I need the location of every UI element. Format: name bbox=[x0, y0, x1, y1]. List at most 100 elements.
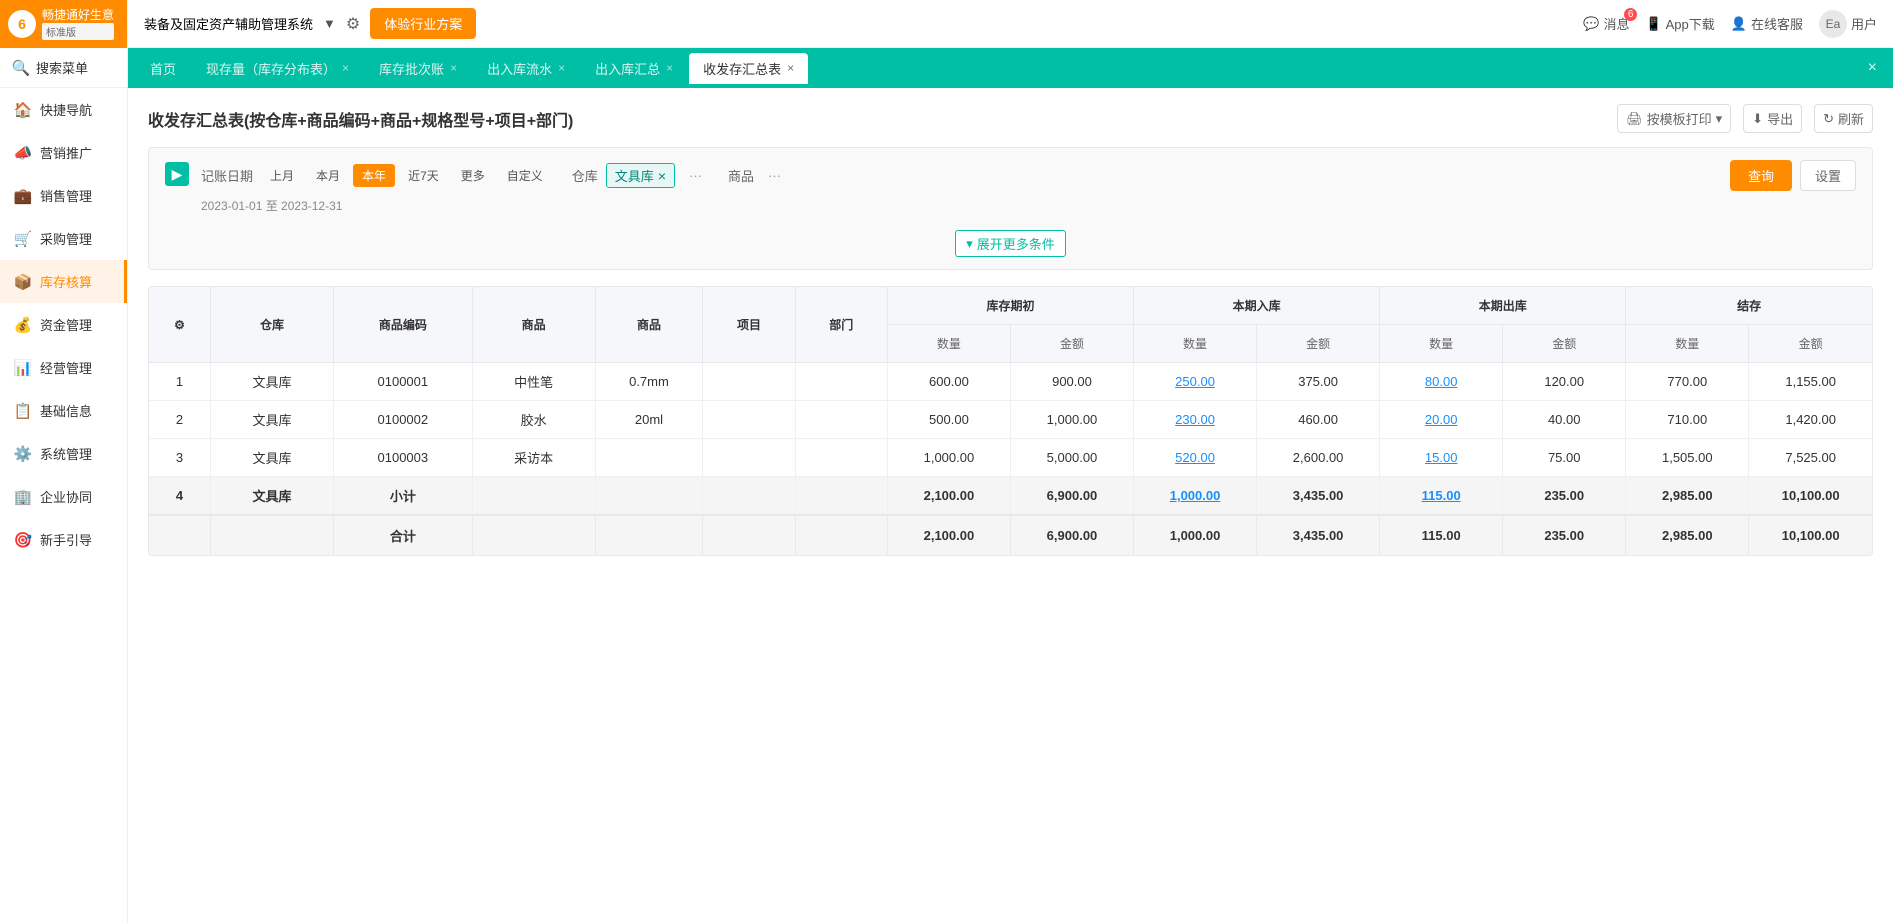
footer-out-qty: 115.00 bbox=[1380, 515, 1503, 555]
row3-in-qty[interactable]: 520.00 bbox=[1134, 439, 1257, 477]
sidebar-item-basic[interactable]: 📋 基础信息 bbox=[0, 389, 127, 432]
sidebar-item-purchase[interactable]: 🛒 采购管理 bbox=[0, 217, 127, 260]
tab-batch-ledger[interactable]: 库存批次账 × bbox=[365, 53, 471, 84]
goods-label: 商品 bbox=[728, 166, 754, 185]
tab-inventory-dist-close[interactable]: × bbox=[342, 61, 349, 75]
sidebar-item-inventory[interactable]: 📦 库存核算 bbox=[0, 260, 127, 303]
row3-out-qty[interactable]: 15.00 bbox=[1380, 439, 1503, 477]
sidebar-item-operation[interactable]: 📊 经营管理 bbox=[0, 346, 127, 389]
footer-balance-amount: 10,100.00 bbox=[1749, 515, 1872, 555]
date-btn-custom[interactable]: 自定义 bbox=[498, 164, 552, 187]
user-menu[interactable]: Ea 用户 bbox=[1819, 10, 1877, 38]
row3-opening-amount: 5,000.00 bbox=[1010, 439, 1133, 477]
warehouse-tag-close[interactable]: × bbox=[658, 168, 666, 184]
refresh-button[interactable]: ↻ 刷新 bbox=[1814, 104, 1873, 133]
row1-out-qty[interactable]: 80.00 bbox=[1380, 363, 1503, 401]
row2-out-qty[interactable]: 20.00 bbox=[1380, 401, 1503, 439]
th-in-amount: 金额 bbox=[1257, 325, 1380, 363]
tab-inventory-dist[interactable]: 现存量（库存分布表） × bbox=[192, 53, 363, 84]
tab-batch-ledger-close[interactable]: × bbox=[450, 61, 457, 75]
subtotal-name bbox=[472, 477, 595, 516]
subtotal-opening-amount: 6,900.00 bbox=[1010, 477, 1133, 516]
expand-more-button[interactable]: ▾ 展开更多条件 bbox=[955, 230, 1066, 257]
query-button[interactable]: 查询 bbox=[1730, 160, 1792, 191]
inventory-icon: 📦 bbox=[14, 273, 32, 291]
th-settings[interactable]: ⚙ bbox=[149, 287, 211, 363]
warehouse-more-dots[interactable]: ··· bbox=[683, 166, 708, 185]
trial-button[interactable]: 体验行业方案 bbox=[370, 8, 476, 39]
app-download-button[interactable]: 📱 App下载 bbox=[1645, 14, 1714, 33]
subtotal-in-qty[interactable]: 1,000.00 bbox=[1134, 477, 1257, 516]
setting-button[interactable]: 设置 bbox=[1800, 160, 1856, 191]
date-btn-this-year[interactable]: 本年 bbox=[353, 164, 395, 187]
row3-balance-amount: 7,525.00 bbox=[1749, 439, 1872, 477]
footer-opening-amount: 6,900.00 bbox=[1010, 515, 1133, 555]
sidebar-item-quick-nav[interactable]: 🏠 快捷导航 bbox=[0, 88, 127, 131]
tab-inventory-dist-label: 现存量（库存分布表） bbox=[206, 59, 336, 78]
tab-recv-send-summary[interactable]: 收发存汇总表 × bbox=[689, 53, 808, 84]
table-row: 1 文具库 0100001 中性笔 0.7mm 600.00 900.00 25… bbox=[149, 363, 1872, 401]
logo-icon: 6 bbox=[8, 10, 36, 38]
tab-inout-flow-close[interactable]: × bbox=[558, 61, 565, 75]
topbar-dropdown[interactable]: ▼ bbox=[323, 16, 336, 31]
export-button[interactable]: ⬇ 导出 bbox=[1743, 104, 1802, 133]
tabbar: 首页 现存量（库存分布表） × 库存批次账 × 出入库流水 × 出入库汇总 × … bbox=[128, 48, 1893, 88]
print-icon: 🖨 bbox=[1626, 111, 1643, 127]
tab-inout-summary[interactable]: 出入库汇总 × bbox=[581, 53, 687, 84]
user-label: 用户 bbox=[1851, 14, 1877, 33]
row3-index: 3 bbox=[149, 439, 211, 477]
date-btn-more[interactable]: 更多 bbox=[452, 164, 494, 187]
sidebar-item-finance[interactable]: 💰 资金管理 bbox=[0, 303, 127, 346]
row2-in-qty[interactable]: 230.00 bbox=[1134, 401, 1257, 439]
subtotal-in-amount: 3,435.00 bbox=[1257, 477, 1380, 516]
tab-inout-flow[interactable]: 出入库流水 × bbox=[473, 53, 579, 84]
goods-more-dots[interactable]: ··· bbox=[762, 166, 787, 185]
online-service-button[interactable]: 👤 在线客服 bbox=[1731, 14, 1803, 33]
tab-inout-summary-close[interactable]: × bbox=[666, 61, 673, 75]
date-btn-7days[interactable]: 近7天 bbox=[399, 164, 448, 187]
th-balance-qty: 数量 bbox=[1626, 325, 1749, 363]
sidebar-item-enterprise[interactable]: 🏢 企业协同 bbox=[0, 475, 127, 518]
subtotal-dept bbox=[795, 477, 887, 516]
print-button[interactable]: 🖨 按模板打印 ▾ bbox=[1617, 104, 1731, 133]
table-row: 2 文具库 0100002 胶水 20ml 500.00 1,000.00 23… bbox=[149, 401, 1872, 439]
message-button[interactable]: 💬 消息 6 bbox=[1583, 14, 1629, 33]
marketing-icon: 📣 bbox=[14, 144, 32, 162]
footer-empty1 bbox=[149, 515, 211, 555]
row3-out-amount: 75.00 bbox=[1503, 439, 1626, 477]
row3-spec bbox=[595, 439, 703, 477]
sidebar-item-sales[interactable]: 💼 销售管理 bbox=[0, 174, 127, 217]
warehouse-tag: 文具库 × bbox=[606, 163, 675, 188]
subtotal-out-qty[interactable]: 115.00 bbox=[1380, 477, 1503, 516]
sidebar-item-marketing[interactable]: 📣 营销推广 bbox=[0, 131, 127, 174]
subtotal-spec bbox=[595, 477, 703, 516]
filter-row-top: 记账日期 上月 本月 本年 近7天 更多 自定义 bbox=[201, 160, 1856, 191]
date-btn-prev-month[interactable]: 上月 bbox=[261, 164, 303, 187]
th-opening-qty: 数量 bbox=[887, 325, 1010, 363]
sidebar-item-label: 资金管理 bbox=[40, 315, 92, 334]
tabbar-close-button[interactable]: × bbox=[1860, 55, 1885, 81]
tab-recv-send-close[interactable]: × bbox=[787, 61, 794, 75]
sidebar-item-guide[interactable]: 🎯 新手引导 bbox=[0, 518, 127, 561]
row1-in-qty[interactable]: 250.00 bbox=[1134, 363, 1257, 401]
row2-dept bbox=[795, 401, 887, 439]
topbar-settings-icon[interactable]: ⚙ bbox=[346, 14, 360, 34]
tab-home[interactable]: 首页 bbox=[136, 53, 190, 84]
filter-bar: ▶ 记账日期 上月 本月 本年 近7天 更多 bbox=[148, 147, 1873, 270]
sidebar-item-label: 新手引导 bbox=[40, 530, 92, 549]
row2-balance-qty: 710.00 bbox=[1626, 401, 1749, 439]
table-row: 3 文具库 0100003 采访本 1,000.00 5,000.00 520.… bbox=[149, 439, 1872, 477]
footer-empty4 bbox=[595, 515, 703, 555]
row1-balance-qty: 770.00 bbox=[1626, 363, 1749, 401]
footer-empty2 bbox=[211, 515, 334, 555]
finance-icon: 💰 bbox=[14, 316, 32, 334]
date-btn-this-month[interactable]: 本月 bbox=[307, 164, 349, 187]
sidebar-item-label: 基础信息 bbox=[40, 401, 92, 420]
sidebar-item-search[interactable]: 🔍 搜索菜单 bbox=[0, 48, 127, 88]
sidebar-item-system[interactable]: ⚙️ 系统管理 bbox=[0, 432, 127, 475]
row3-warehouse: 文具库 bbox=[211, 439, 334, 477]
logo-title: 畅捷通好生意 bbox=[42, 8, 114, 24]
th-in-qty: 数量 bbox=[1134, 325, 1257, 363]
search-icon: 🔍 bbox=[12, 59, 30, 77]
filter-collapse-button[interactable]: ▶ bbox=[165, 162, 189, 186]
